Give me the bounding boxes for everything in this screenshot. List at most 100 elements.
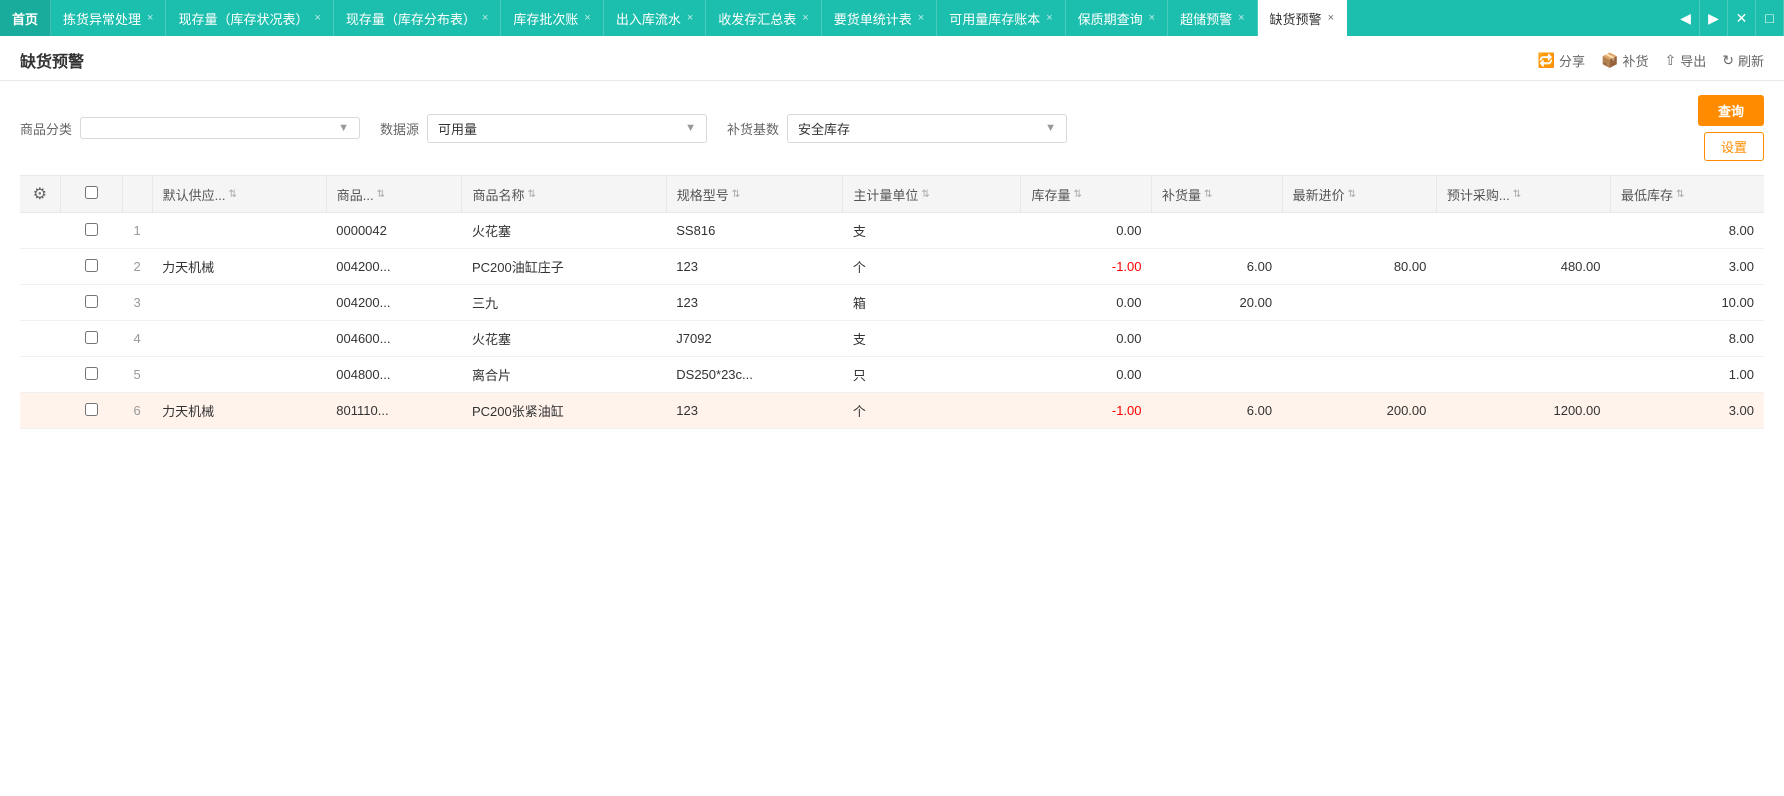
row-spec-0: SS816 bbox=[666, 213, 843, 249]
tab-close-stockout[interactable]: × bbox=[1328, 12, 1334, 24]
th-replenish-sort-icon: ⇅ bbox=[1204, 189, 1212, 200]
row-spec-5: 123 bbox=[666, 393, 843, 429]
row-unit-4: 只 bbox=[843, 357, 1021, 393]
th-supplier-sort-icon: ⇅ bbox=[229, 189, 237, 200]
tab-available-ledger[interactable]: 可用量库存账本× bbox=[937, 0, 1065, 36]
th-est-purchase-label: 预计采购... bbox=[1447, 185, 1510, 204]
tab-exception[interactable]: 拣货异常处理× bbox=[51, 0, 166, 36]
th-name-sort-icon: ⇅ bbox=[527, 189, 535, 200]
row-supplier-0 bbox=[152, 213, 326, 249]
row-stock-4: 0.00 bbox=[1021, 357, 1152, 393]
row-checkbox-cell-4 bbox=[60, 357, 122, 393]
row-num-5: 6 bbox=[122, 393, 152, 429]
th-stock-sort-icon: ⇅ bbox=[1073, 189, 1081, 200]
row-min-stock-5: 3.00 bbox=[1610, 393, 1764, 429]
th-stock-label: 库存量 bbox=[1031, 185, 1070, 204]
th-unit-label: 主计量单位 bbox=[853, 185, 918, 204]
tab-label-order-stat: 要货单统计表 bbox=[834, 9, 912, 28]
tab-bar: 首页拣货异常处理×现存量（库存状况表）×现存量（库存分布表）×库存批次账×出入库… bbox=[0, 0, 1784, 36]
tab-close-overstock[interactable]: × bbox=[1238, 12, 1244, 24]
row-replenish-5: 6.00 bbox=[1152, 393, 1283, 429]
th-latest-price-sort-icon: ⇅ bbox=[1348, 189, 1356, 200]
row-latest-price-2 bbox=[1282, 285, 1436, 321]
tab-close-btn[interactable]: ✕ bbox=[1728, 0, 1756, 36]
th-replenish: 补货量 ⇅ bbox=[1152, 176, 1283, 213]
replenish-btn[interactable]: 📦 补货 bbox=[1601, 51, 1648, 70]
row-checkbox-0[interactable] bbox=[85, 223, 98, 236]
row-latest-price-1: 80.00 bbox=[1282, 249, 1436, 285]
settings-button[interactable]: 设置 bbox=[1704, 132, 1764, 161]
tab-close-expiry-query[interactable]: × bbox=[1149, 12, 1155, 24]
row-checkbox-cell-5 bbox=[60, 393, 122, 429]
refresh-label: 刷新 bbox=[1738, 51, 1764, 70]
row-latest-price-4 bbox=[1282, 357, 1436, 393]
datasource-label: 数据源 bbox=[380, 119, 419, 138]
tab-collect-summary[interactable]: 收发存汇总表 × bbox=[706, 0, 821, 36]
row-checkbox-3[interactable] bbox=[85, 331, 98, 344]
replenish-base-label: 补货基数 bbox=[727, 119, 779, 138]
category-filter-group: 商品分类 ▼ bbox=[20, 117, 360, 139]
th-min-stock: 最低库存 ⇅ bbox=[1610, 176, 1764, 213]
tab-label-collect-summary: 收发存汇总表 bbox=[718, 9, 796, 28]
tab-close-inout-flow[interactable]: × bbox=[687, 12, 693, 24]
refresh-btn[interactable]: ↻ 刷新 bbox=[1722, 51, 1764, 70]
tab-order-stat[interactable]: 要货单统计表 × bbox=[822, 0, 937, 36]
replenish-base-value: 安全库存 bbox=[798, 119, 850, 138]
tab-fullscreen-btn[interactable]: □ bbox=[1756, 0, 1784, 36]
th-est-purchase-sort-icon: ⇅ bbox=[1513, 189, 1521, 200]
table-row: 3004200...三九123箱0.0020.0010.00 bbox=[20, 285, 1764, 321]
tab-inout-flow[interactable]: 出入库流水 × bbox=[604, 0, 706, 36]
row-min-stock-2: 10.00 bbox=[1610, 285, 1764, 321]
query-button[interactable]: 查询 bbox=[1698, 95, 1764, 126]
th-checkbox bbox=[60, 176, 122, 213]
tab-prev-btn[interactable]: ◀ bbox=[1672, 0, 1700, 36]
row-num-4: 5 bbox=[122, 357, 152, 393]
row-num-1: 2 bbox=[122, 249, 152, 285]
tab-close-available-ledger[interactable]: × bbox=[1046, 12, 1052, 24]
row-min-stock-1: 3.00 bbox=[1610, 249, 1764, 285]
th-name: 商品名称 ⇅ bbox=[462, 176, 666, 213]
tab-batch-account[interactable]: 库存批次账× bbox=[501, 0, 603, 36]
tab-home[interactable]: 首页 bbox=[0, 0, 51, 36]
row-num-3: 4 bbox=[122, 321, 152, 357]
th-spec-sort-icon: ⇅ bbox=[732, 189, 740, 200]
tab-close-inventory-status[interactable]: × bbox=[314, 12, 320, 24]
tab-close-order-stat[interactable]: × bbox=[918, 12, 924, 24]
tab-expiry-query[interactable]: 保质期查询× bbox=[1066, 0, 1168, 36]
th-supplier: 默认供应... ⇅ bbox=[152, 176, 326, 213]
table-row: 5004800...离合片DS250*23c...只0.001.00 bbox=[20, 357, 1764, 393]
datasource-select[interactable]: 可用量 ▼ bbox=[427, 114, 707, 143]
row-checkbox-4[interactable] bbox=[85, 367, 98, 380]
tab-label-inout-flow: 出入库流水 bbox=[616, 9, 681, 28]
select-all-checkbox[interactable] bbox=[85, 186, 98, 199]
replenish-label: 补货 bbox=[1622, 51, 1648, 70]
tab-label-stockout: 缺货预警 bbox=[1270, 9, 1322, 28]
th-spec: 规格型号 ⇅ bbox=[666, 176, 843, 213]
row-checkbox-1[interactable] bbox=[85, 259, 98, 272]
row-num-2: 3 bbox=[122, 285, 152, 321]
tab-close-batch-account[interactable]: × bbox=[584, 12, 590, 24]
tab-close-exception[interactable]: × bbox=[147, 12, 153, 24]
th-unit-sort-icon: ⇅ bbox=[921, 189, 929, 200]
row-unit-2: 箱 bbox=[843, 285, 1021, 321]
row-checkbox-2[interactable] bbox=[85, 295, 98, 308]
share-btn[interactable]: 🔁 分享 bbox=[1538, 51, 1585, 70]
th-est-purchase: 预计采购... ⇅ bbox=[1436, 176, 1610, 213]
export-btn[interactable]: ⇧ 导出 bbox=[1665, 51, 1707, 70]
tab-stockout[interactable]: 缺货预警 × bbox=[1258, 0, 1347, 36]
tab-close-inventory-dist[interactable]: × bbox=[482, 12, 488, 24]
gear-icon[interactable]: ⚙ bbox=[30, 184, 50, 204]
tab-inventory-dist[interactable]: 现存量（库存分布表）× bbox=[334, 0, 501, 36]
replenish-base-select[interactable]: 安全库存 ▼ bbox=[787, 114, 1067, 143]
tab-inventory-status[interactable]: 现存量（库存状况表）× bbox=[166, 0, 333, 36]
row-gear-cell-0 bbox=[20, 213, 60, 249]
tab-next-btn[interactable]: ▶ bbox=[1700, 0, 1728, 36]
row-checkbox-cell-0 bbox=[60, 213, 122, 249]
tab-overstock[interactable]: 超储预警× bbox=[1168, 0, 1257, 36]
row-unit-1: 个 bbox=[843, 249, 1021, 285]
tab-close-collect-summary[interactable]: × bbox=[802, 12, 808, 24]
row-min-stock-0: 8.00 bbox=[1610, 213, 1764, 249]
row-checkbox-5[interactable] bbox=[85, 403, 98, 416]
category-select[interactable]: ▼ bbox=[80, 117, 360, 139]
category-chevron-icon: ▼ bbox=[338, 122, 349, 134]
